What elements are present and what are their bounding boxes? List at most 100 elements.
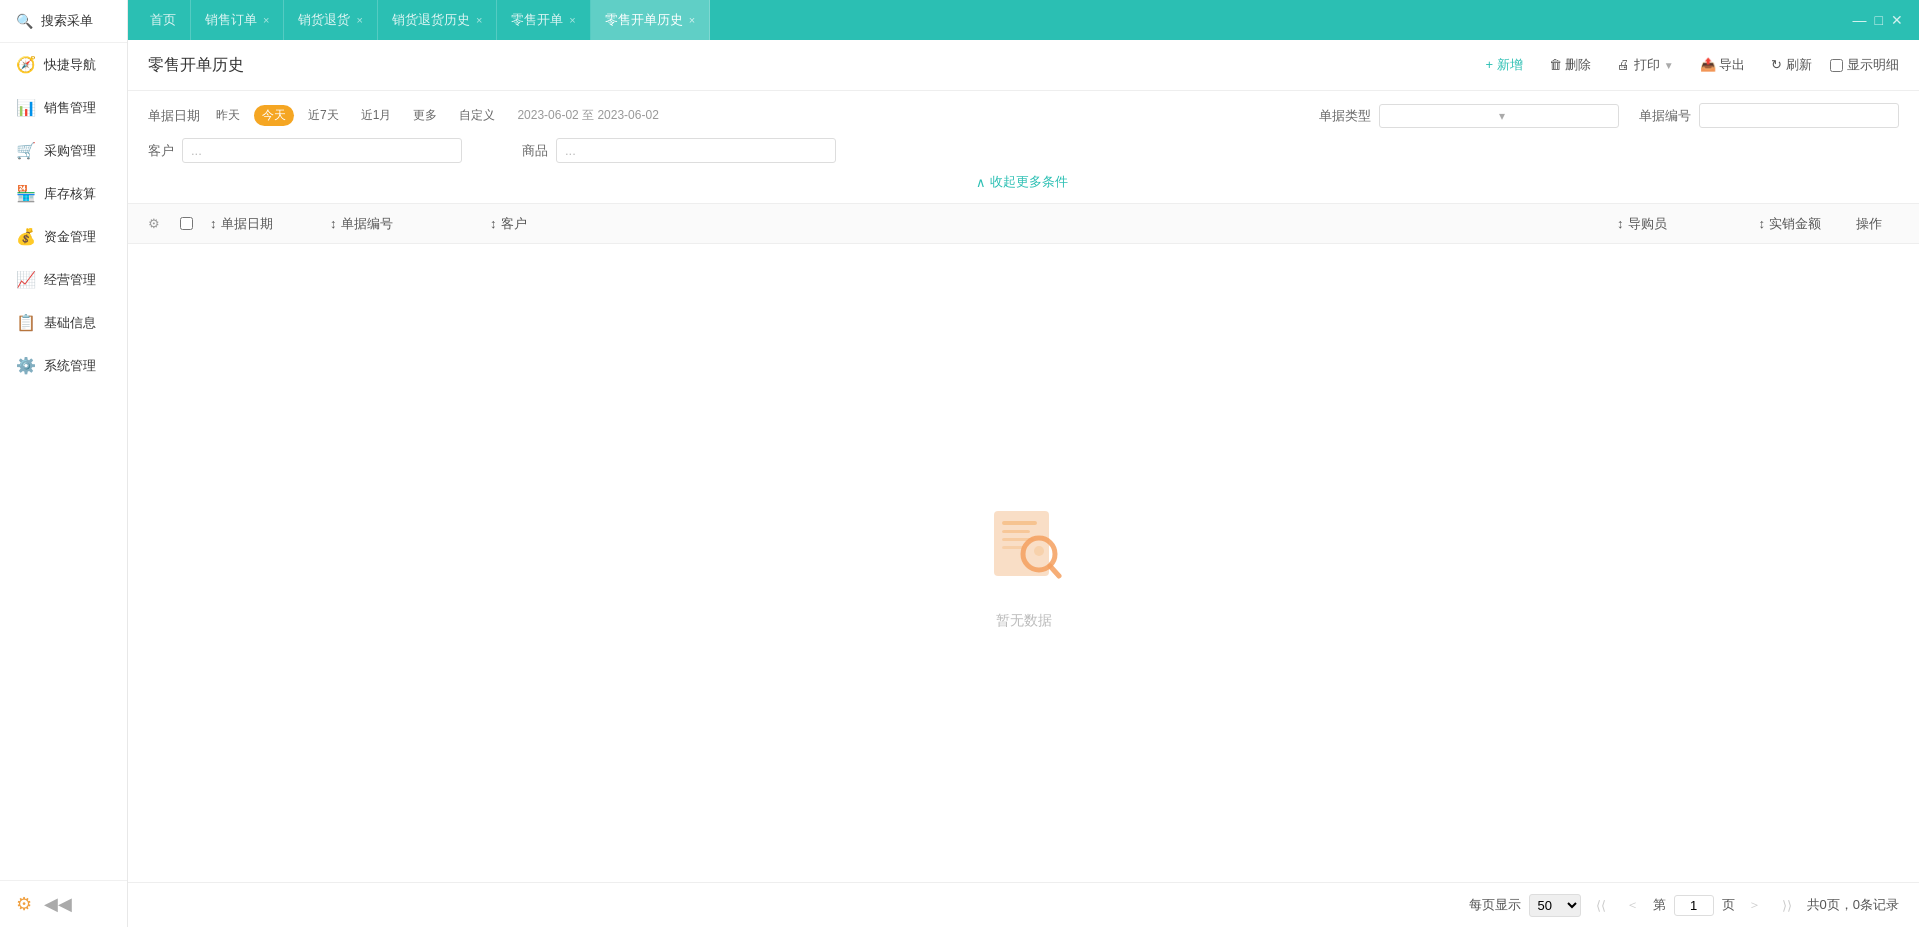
empty-illustration xyxy=(974,496,1074,596)
svg-point-7 xyxy=(1034,546,1044,556)
tab-sales-return-history[interactable]: 销货退货历史 × xyxy=(378,0,497,40)
sidebar-item-label-purchase-mgmt: 采购管理 xyxy=(44,142,96,160)
page-input[interactable] xyxy=(1674,895,1714,916)
sidebar-item-sales-mgmt[interactable]: 📊 销售管理 xyxy=(0,86,127,129)
doc-num-input[interactable] xyxy=(1699,103,1899,128)
tab-label-retail-open-history: 零售开单历史 xyxy=(605,11,683,29)
date-option-custom[interactable]: 自定义 xyxy=(451,105,503,126)
toolbar: + 新增 🗑 删除 🖨 打印 ▼ 📤 导出 ↻ 刷新 显示明细 xyxy=(1477,52,1899,78)
page-header: 零售开单历史 + 新增 🗑 删除 🖨 打印 ▼ 📤 导出 ↻ 刷新 xyxy=(128,40,1919,91)
sidebar-item-quick-nav[interactable]: 🧭 快捷导航 xyxy=(0,43,127,86)
tab-label-retail-open: 零售开单 xyxy=(511,11,563,29)
sidebar-item-purchase-mgmt[interactable]: 🛒 采购管理 xyxy=(0,129,127,172)
tab-close-sales-return-history[interactable]: × xyxy=(476,14,482,26)
add-label: + 新增 xyxy=(1485,56,1522,74)
sidebar-item-icon-finance: 💰 xyxy=(16,227,36,246)
goods-label: 商品 xyxy=(522,142,548,160)
doc-type-filter: 单据类型 ▾ xyxy=(1319,104,1619,128)
sidebar-item-label-sales-mgmt: 销售管理 xyxy=(44,99,96,117)
doc-type-select[interactable]: ▾ xyxy=(1379,104,1619,128)
svg-rect-2 xyxy=(1002,530,1030,533)
tab-close-sales-order[interactable]: × xyxy=(263,14,269,26)
window-minimize[interactable]: — xyxy=(1853,12,1867,28)
th-guide-sort-icon: ↕ xyxy=(1617,216,1624,231)
customer-input[interactable] xyxy=(182,138,462,163)
tab-close-retail-open-history[interactable]: × xyxy=(689,14,695,26)
date-option-more[interactable]: 更多 xyxy=(405,105,445,126)
tab-label-sales-return-history: 销货退货历史 xyxy=(392,11,470,29)
tab-bar: 首页销售订单×销货退货×销货退货历史×零售开单×零售开单历史× — □ ✕ xyxy=(128,0,1919,40)
sidebar-item-finance[interactable]: 💰 资金管理 xyxy=(0,215,127,258)
svg-rect-4 xyxy=(1002,546,1024,549)
sidebar-settings-icon[interactable]: ⚙ xyxy=(16,893,32,915)
date-option-month[interactable]: 近1月 xyxy=(353,105,400,126)
main-area: 首页销售订单×销货退货×销货退货历史×零售开单×零售开单历史× — □ ✕ 零售… xyxy=(128,0,1919,927)
sidebar-item-label-system: 系统管理 xyxy=(44,357,96,375)
goods-input[interactable] xyxy=(556,138,836,163)
total-text: 共0页，0条记录 xyxy=(1807,896,1899,914)
column-settings-icon[interactable]: ⚙ xyxy=(138,216,170,231)
page-label: 第 xyxy=(1653,896,1666,914)
date-option-yesterday[interactable]: 昨天 xyxy=(208,105,248,126)
sidebar-search[interactable]: 🔍 搜索采单 xyxy=(0,0,127,43)
sidebar-item-label-operation: 经营管理 xyxy=(44,271,96,289)
sidebar-item-label-quick-nav: 快捷导航 xyxy=(44,56,96,74)
filter-area: 单据日期 昨天今天近7天近1月更多自定义 2023-06-02 至 2023-0… xyxy=(128,91,1919,204)
select-all-checkbox-area[interactable] xyxy=(170,217,202,230)
sidebar-item-label-finance: 资金管理 xyxy=(44,228,96,246)
select-all-checkbox[interactable] xyxy=(180,217,193,230)
pagination-first-btn[interactable]: ⟨⟨ xyxy=(1589,893,1613,917)
search-icon: 🔍 xyxy=(16,13,33,29)
sidebar-item-icon-quick-nav: 🧭 xyxy=(16,55,36,74)
doc-type-label: 单据类型 xyxy=(1319,107,1371,125)
sidebar-item-inventory[interactable]: 🏪 库存核算 xyxy=(0,172,127,215)
sidebar-item-system[interactable]: ⚙️ 系统管理 xyxy=(0,344,127,387)
sidebar-item-icon-inventory: 🏪 xyxy=(16,184,36,203)
sidebar: 🔍 搜索采单 🧭 快捷导航 📊 销售管理 🛒 采购管理 🏪 库存核算 💰 资金管… xyxy=(0,0,128,927)
refresh-button[interactable]: ↻ 刷新 xyxy=(1763,52,1820,78)
content-area: 零售开单历史 + 新增 🗑 删除 🖨 打印 ▼ 📤 导出 ↻ 刷新 xyxy=(128,40,1919,927)
per-page-label: 每页显示 xyxy=(1469,896,1521,914)
pagination-next-btn[interactable]: ＞ xyxy=(1743,893,1767,917)
sidebar-item-icon-sales-mgmt: 📊 xyxy=(16,98,36,117)
window-close[interactable]: ✕ xyxy=(1891,12,1903,28)
collapse-filters-link[interactable]: ∧ 收起更多条件 xyxy=(148,173,1899,191)
tab-close-sales-return[interactable]: × xyxy=(356,14,362,26)
tab-retail-open-history[interactable]: 零售开单历史 × xyxy=(591,0,710,40)
sidebar-search-label: 搜索采单 xyxy=(41,12,93,30)
export-button[interactable]: 📤 导出 xyxy=(1692,52,1754,78)
svg-rect-1 xyxy=(1002,521,1037,525)
per-page-select[interactable]: 50 100 200 xyxy=(1529,894,1581,917)
tab-label-sales-order: 销售订单 xyxy=(205,11,257,29)
th-amount-sort-icon: ↕ xyxy=(1759,216,1766,231)
show-detail-checkbox[interactable] xyxy=(1830,59,1843,72)
add-button[interactable]: + 新增 xyxy=(1477,52,1530,78)
window-controls: — □ ✕ xyxy=(1853,12,1911,28)
pagination-prev-btn[interactable]: ＜ xyxy=(1621,893,1645,917)
sidebar-item-label-basic-info: 基础信息 xyxy=(44,314,96,332)
empty-state: 暂无数据 xyxy=(128,244,1919,882)
th-action: 操作 xyxy=(1829,215,1909,233)
delete-button[interactable]: 🗑 删除 xyxy=(1541,52,1600,78)
sidebar-item-icon-operation: 📈 xyxy=(16,270,36,289)
tab-close-retail-open[interactable]: × xyxy=(569,14,575,26)
tab-home[interactable]: 首页 xyxy=(136,0,191,40)
show-detail-checkbox-area[interactable]: 显示明细 xyxy=(1830,56,1899,74)
date-option-today[interactable]: 今天 xyxy=(254,105,294,126)
th-date-label: ↕ xyxy=(210,216,217,231)
window-maximize[interactable]: □ xyxy=(1875,12,1883,28)
date-filter-label: 单据日期 xyxy=(148,107,200,125)
sidebar-collapse-icon[interactable]: ◀◀ xyxy=(44,893,72,915)
date-option-week[interactable]: 近7天 xyxy=(300,105,347,126)
tab-retail-open[interactable]: 零售开单 × xyxy=(497,0,590,40)
filter-row-1: 单据日期 昨天今天近7天近1月更多自定义 2023-06-02 至 2023-0… xyxy=(148,103,1899,128)
tab-sales-order[interactable]: 销售订单 × xyxy=(191,0,284,40)
doc-num-label: 单据编号 xyxy=(1639,107,1691,125)
sidebar-item-basic-info[interactable]: 📋 基础信息 xyxy=(0,301,127,344)
tab-sales-return[interactable]: 销货退货× xyxy=(284,0,377,40)
print-button[interactable]: 🖨 打印 ▼ xyxy=(1609,52,1682,78)
show-detail-label: 显示明细 xyxy=(1847,56,1899,74)
sidebar-item-operation[interactable]: 📈 经营管理 xyxy=(0,258,127,301)
print-label: 🖨 打印 xyxy=(1617,56,1660,74)
pagination-last-btn[interactable]: ⟩⟩ xyxy=(1775,893,1799,917)
